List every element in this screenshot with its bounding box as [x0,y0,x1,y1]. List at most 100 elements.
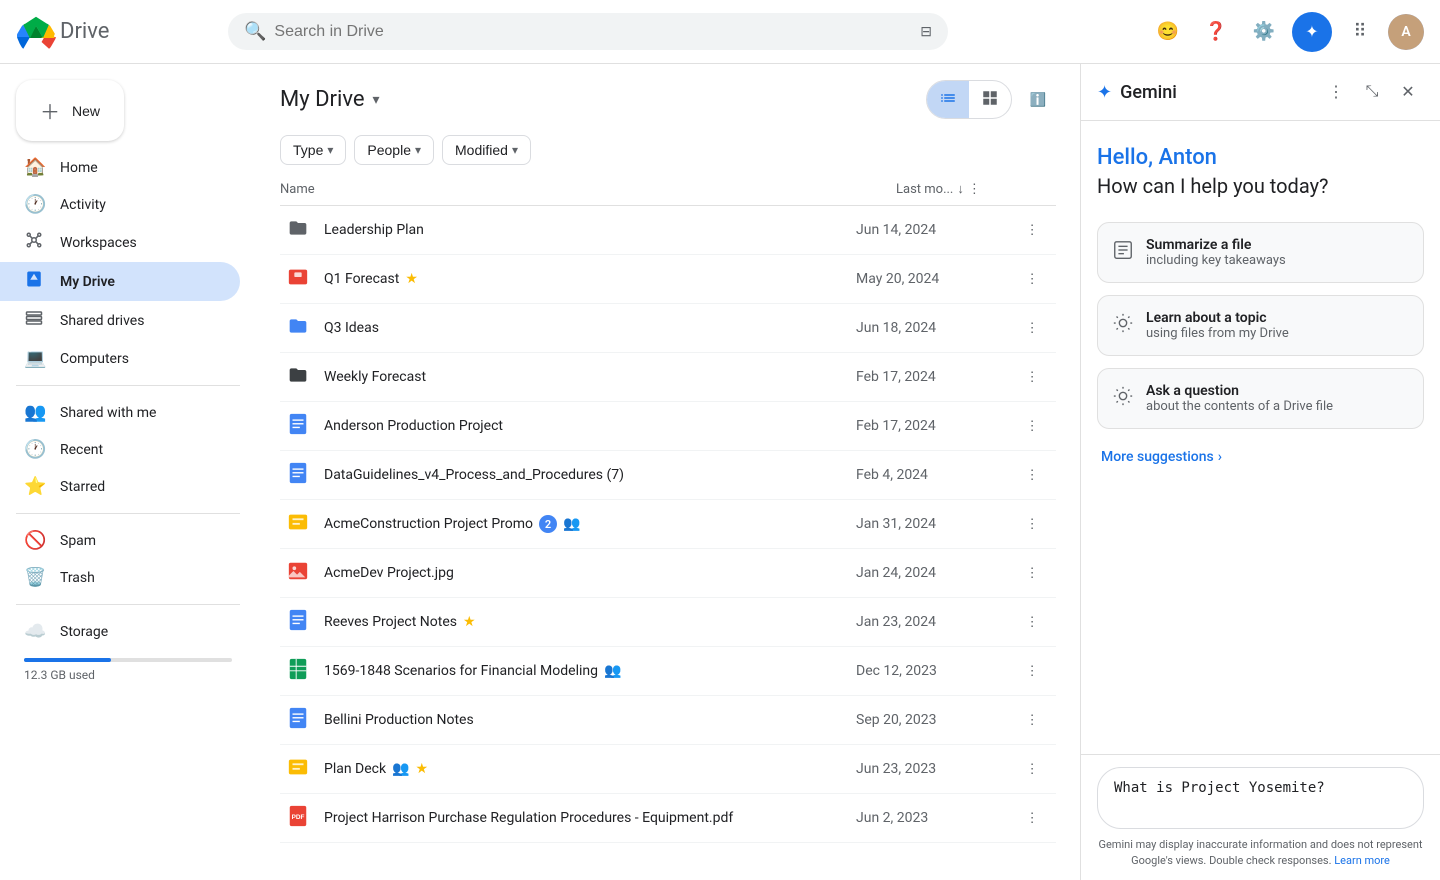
gemini-suggestion-learn[interactable]: Learn about a topic using files from my … [1097,295,1424,356]
search-tune-icon[interactable]: ⊟ [920,24,932,40]
logo-area: Drive [16,15,216,49]
gemini-button[interactable]: ✦ [1292,12,1332,52]
file-more: ⋮ [1016,606,1056,638]
file-row[interactable]: AcmeDev Project.jpg Jan 24, 2024 ⋮ [280,549,1056,598]
storage-used: 12.3 GB used [24,668,95,682]
sidebar-item-recent[interactable]: 🕐 Recent [0,431,240,468]
filter-modified-arrow: ▾ [512,143,518,157]
file-date: Jan 23, 2024 [856,614,1016,630]
file-more-button[interactable]: ⋮ [1016,410,1048,442]
col-more-btn[interactable]: ⋮ [968,182,981,197]
sidebar-item-spam[interactable]: 🚫 Spam [0,522,240,559]
gemini-close-button[interactable]: ✕ [1392,76,1424,108]
sidebar-item-activity[interactable]: 🕐 Activity [0,186,240,223]
file-icon [280,511,316,537]
suggestion-text-learn: Learn about a topic using files from my … [1146,310,1289,341]
file-row[interactable]: AcmeConstruction Project Promo 2👥 Jan 31… [280,500,1056,549]
file-more-button[interactable]: ⋮ [1016,214,1048,246]
content-header: My Drive ▾ [256,64,1080,127]
file-row[interactable]: DataGuidelines_v4_Process_and_Procedures… [280,451,1056,500]
file-date: Feb 4, 2024 [856,467,1016,483]
gemini-logo-icon: ✦ [1097,82,1112,103]
filter-type-arrow: ▾ [327,143,333,157]
grid-view-button[interactable] [969,81,1011,118]
workspaces-icon [24,231,44,254]
sort-icon[interactable]: ↓ [957,181,964,197]
file-more-button[interactable]: ⋮ [1016,263,1048,295]
sidebar-item-shared-drives[interactable]: Shared drives [0,301,240,340]
gemini-suggestion-summarize[interactable]: Summarize a file including key takeaways [1097,222,1424,283]
file-date: Dec 12, 2023 [856,663,1016,679]
sidebar-item-computers[interactable]: 💻 Computers [0,340,240,377]
sidebar-item-starred[interactable]: ⭐ Starred [0,468,240,505]
file-more-button[interactable]: ⋮ [1016,753,1048,785]
title-dropdown-icon[interactable]: ▾ [373,92,380,108]
file-more-button[interactable]: ⋮ [1016,312,1048,344]
file-icon [280,365,316,389]
file-more-button[interactable]: ⋮ [1016,606,1048,638]
sidebar-item-shared-with-me[interactable]: 👥 Shared with me [0,394,240,431]
gemini-disclaimer-link[interactable]: Learn more [1334,854,1390,867]
view-controls: ℹ️ [926,80,1056,119]
file-row[interactable]: Q3 Ideas Jun 18, 2024 ⋮ [280,304,1056,353]
sidebar-item-workspaces[interactable]: Workspaces [0,223,240,262]
file-row[interactable]: PDF Project Harrison Purchase Regulation… [280,794,1056,843]
gemini-input[interactable] [1114,780,1407,812]
sidebar-item-my-drive[interactable]: My Drive [0,262,240,301]
sidebar-divider-2 [16,513,240,514]
gemini-input-area[interactable] [1097,767,1424,829]
trash-icon: 🗑️ [24,567,44,588]
file-more-button[interactable]: ⋮ [1016,361,1048,393]
file-row[interactable]: Plan Deck 👥★ Jun 23, 2023 ⋮ [280,745,1056,794]
search-input[interactable] [274,23,912,41]
file-more-button[interactable]: ⋮ [1016,459,1048,491]
badge-count: 2 [539,515,557,533]
file-more-button[interactable]: ⋮ [1016,508,1048,540]
gemini-sparkle-icon: ✦ [1305,22,1318,42]
settings-icon: ⚙️ [1253,21,1275,42]
sidebar-item-storage[interactable]: ☁️ Storage [0,613,240,650]
file-more-button[interactable]: ⋮ [1016,704,1048,736]
file-more-button[interactable]: ⋮ [1016,802,1048,834]
file-row[interactable]: Reeves Project Notes ★ Jan 23, 2024 ⋮ [280,598,1056,647]
gemini-expand-button[interactable]: ⤡ [1356,76,1388,108]
sidebar-item-trash[interactable]: 🗑️ Trash [0,559,240,596]
file-row[interactable]: Leadership Plan Jun 14, 2024 ⋮ [280,206,1056,255]
search-bar[interactable]: 🔍 ⊟ [228,13,948,50]
avatar[interactable]: A [1388,14,1424,50]
list-view-button[interactable] [927,81,969,118]
file-row[interactable]: Q1 Forecast ★ May 20, 2024 ⋮ [280,255,1056,304]
filter-type[interactable]: Type ▾ [280,135,346,165]
sidebar-item-home[interactable]: 🏠 Home [0,149,240,186]
file-name-area: Project Harrison Purchase Regulation Pro… [324,810,856,826]
apps-button[interactable]: ⠿ [1340,12,1380,52]
gemini-more-button[interactable]: ⋮ [1320,76,1352,108]
file-row[interactable]: Bellini Production Notes Sep 20, 2023 ⋮ [280,696,1056,745]
sidebar-item-label: Activity [60,197,106,213]
new-button[interactable]: ＋ New [16,80,124,141]
file-row[interactable]: Anderson Production Project Feb 17, 2024… [280,402,1056,451]
info-button[interactable]: ℹ️ [1020,82,1056,118]
gemini-suggestion-ask[interactable]: Ask a question about the contents of a D… [1097,368,1424,429]
filter-modified[interactable]: Modified ▾ [442,135,531,165]
settings-button[interactable]: ⚙️ [1244,12,1284,52]
sidebar: ＋ New 🏠 Home 🕐 Activity Workspaces [0,64,256,880]
file-row[interactable]: Weekly Forecast Feb 17, 2024 ⋮ [280,353,1056,402]
file-name-area: Weekly Forecast [324,369,856,385]
file-name: AcmeDev Project.jpg [324,565,454,581]
home-icon: 🏠 [24,157,44,178]
file-rows-container: Leadership Plan Jun 14, 2024 ⋮ Q1 Foreca… [280,206,1056,843]
file-date: Jun 23, 2023 [856,761,1016,777]
more-suggestions[interactable]: More suggestions › [1097,441,1424,473]
gemini-header-actions: ⋮ ⤡ ✕ [1320,76,1424,108]
file-name-area: AcmeConstruction Project Promo 2👥 [324,515,856,533]
shared-drives-icon [24,309,44,332]
sidebar-item-label: My Drive [60,274,115,290]
col-date[interactable]: Last mo... ↓ ⋮ [896,181,1056,197]
file-more-button[interactable]: ⋮ [1016,655,1048,687]
support-button[interactable]: 😊 [1148,12,1188,52]
file-row[interactable]: 1569-1848 Scenarios for Financial Modeli… [280,647,1056,696]
file-more-button[interactable]: ⋮ [1016,557,1048,589]
filter-people[interactable]: People ▾ [354,135,434,165]
help-button[interactable]: ❓ [1196,12,1236,52]
